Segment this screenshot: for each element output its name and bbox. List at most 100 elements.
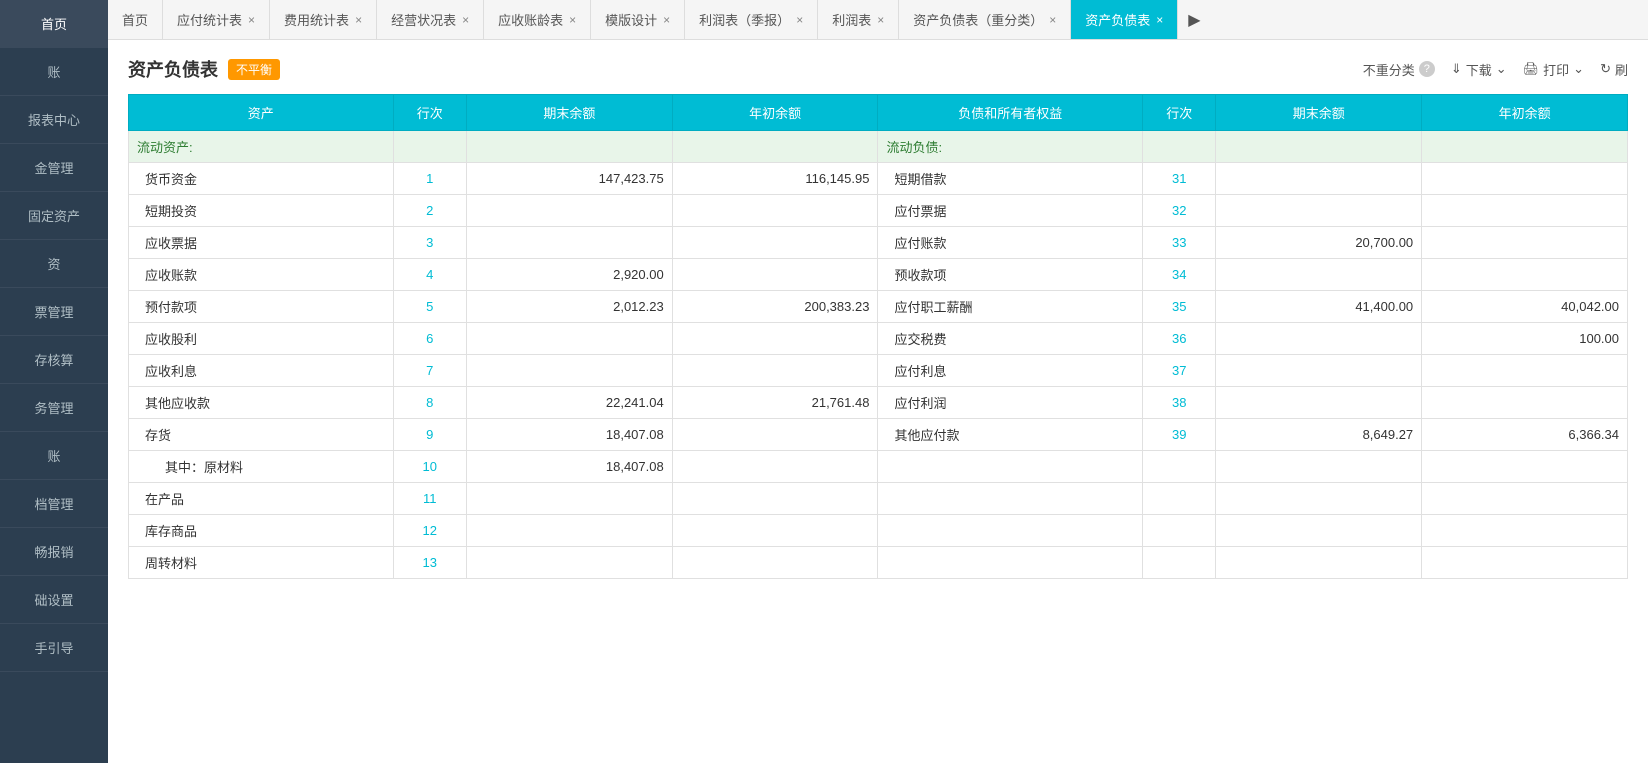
liability-year-start[interactable] [1422,227,1628,259]
end-balance[interactable] [466,483,672,515]
year-start-balance[interactable] [672,259,878,291]
sidebar-item-invoice-mgmt[interactable]: 票管理 [0,288,108,336]
year-start-balance[interactable]: 200,383.23 [672,291,878,323]
tab-profit[interactable]: 利润表× [818,0,899,40]
tab-more-button[interactable]: ▶ [1178,0,1210,40]
end-balance[interactable]: 18,407.08 [466,451,672,483]
classify-label: 不重分类 [1363,60,1415,79]
liability-end-balance[interactable] [1216,547,1422,579]
download-button[interactable]: ⇓ 下载 ⌄ [1451,60,1507,79]
tab-template-design[interactable]: 模版设计× [591,0,685,40]
table-row: 在产品 11 [129,483,1628,515]
sidebar-item-report-center[interactable]: 报表中心 [0,96,108,144]
liability-year-start[interactable]: 6,366.34 [1422,419,1628,451]
liability-year-start[interactable] [1422,451,1628,483]
liability-end-balance[interactable] [1216,387,1422,419]
end-balance[interactable] [466,355,672,387]
sidebar-item-inventory[interactable]: 存核算 [0,336,108,384]
liability-end-balance[interactable] [1216,515,1422,547]
year-start-balance[interactable] [672,515,878,547]
liability-end-balance[interactable]: 41,400.00 [1216,291,1422,323]
sidebar-item-basic-settings[interactable]: 础设置 [0,576,108,624]
liability-year-start[interactable] [1422,483,1628,515]
sidebar-item-guide[interactable]: 手引导 [0,624,108,672]
close-tab-operation[interactable]: × [462,13,469,27]
close-tab-profit[interactable]: × [877,13,884,27]
liability-end-balance[interactable] [1216,483,1422,515]
year-start-balance[interactable] [672,419,878,451]
liability-year-start[interactable]: 40,042.00 [1422,291,1628,323]
liability-year-start[interactable] [1422,259,1628,291]
close-tab-balance-r[interactable]: × [1049,13,1056,27]
balance-sheet-table: 资产 行次 期末余额 年初余额 负债和所有者权益 行次 期末余额 年初余额 流动… [128,94,1628,579]
liability-year-start[interactable] [1422,547,1628,579]
print-button[interactable]: 🖨 打印 ⌄ [1523,60,1584,79]
sidebar-item-archive-mgmt[interactable]: 档管理 [0,480,108,528]
tab-balance-sheet[interactable]: 资产负债表× [1071,0,1178,40]
year-start-balance[interactable] [672,323,878,355]
liability-label [878,515,1143,547]
liability-row-num: 34 [1142,259,1215,291]
year-start-balance[interactable] [672,451,878,483]
sidebar-item-capital[interactable]: 资 [0,240,108,288]
liability-year-start[interactable] [1422,515,1628,547]
year-start-balance[interactable] [672,355,878,387]
close-tab-aging[interactable]: × [569,13,576,27]
liability-end-balance[interactable] [1216,195,1422,227]
end-balance[interactable]: 18,407.08 [466,419,672,451]
tab-payable-stats[interactable]: 应付统计表× [163,0,270,40]
end-balance[interactable] [466,515,672,547]
liability-end-balance[interactable] [1216,259,1422,291]
liability-end-balance[interactable] [1216,163,1422,195]
liability-year-start[interactable] [1422,163,1628,195]
sidebar-item-fixed-assets[interactable]: 固定资产 [0,192,108,240]
table-row: 货币资金 1 147,423.75 116,145.95 短期借款 31 [129,163,1628,195]
year-start-balance[interactable]: 21,761.48 [672,387,878,419]
tab-profit-quarterly[interactable]: 利润表（季报）× [685,0,818,40]
end-balance[interactable] [466,547,672,579]
close-tab-balance[interactable]: × [1156,13,1163,27]
liability-end-balance[interactable] [1216,451,1422,483]
tab-expense-stats[interactable]: 费用统计表× [270,0,377,40]
end-balance[interactable]: 2,920.00 [466,259,672,291]
year-start-balance[interactable] [672,227,878,259]
liability-end-balance[interactable]: 20,700.00 [1216,227,1422,259]
liability-end-balance[interactable] [1216,323,1422,355]
close-tab-template[interactable]: × [663,13,670,27]
liability-end-balance[interactable]: 8,649.27 [1216,419,1422,451]
sidebar-item-expense[interactable]: 畅报销 [0,528,108,576]
year-start-balance[interactable] [672,483,878,515]
classify-toggle[interactable]: 不重分类 ? [1363,60,1435,79]
liability-end-balance[interactable] [1216,355,1422,387]
close-tab-profit-q[interactable]: × [796,13,803,27]
year-start-balance[interactable] [672,195,878,227]
end-balance[interactable] [466,227,672,259]
liability-year-start[interactable] [1422,387,1628,419]
year-start-balance[interactable]: 116,145.95 [672,163,878,195]
liability-year-start[interactable] [1422,355,1628,387]
table-row: 应收利息 7 应付利息 37 [129,355,1628,387]
tab-operation-status[interactable]: 经营状况表× [377,0,484,40]
tab-home[interactable]: 首页 [108,0,163,40]
end-balance[interactable] [466,323,672,355]
sidebar-item-home[interactable]: 首页 [0,0,108,48]
sidebar-item-account[interactable]: 账 [0,48,108,96]
print-icon: 🖨 [1523,61,1540,77]
sidebar-item-ledger[interactable]: 账 [0,432,108,480]
end-balance[interactable]: 2,012.23 [466,291,672,323]
close-tab-payable-stats[interactable]: × [248,13,255,27]
liability-year-start[interactable] [1422,195,1628,227]
year-start-balance[interactable] [672,547,878,579]
refresh-button[interactable]: ↻ 刷 [1600,60,1628,79]
liability-row-num: 39 [1142,419,1215,451]
page-title: 资产负债表 [128,56,218,82]
end-balance[interactable] [466,195,672,227]
liability-year-start[interactable]: 100.00 [1422,323,1628,355]
tab-balance-reclassified[interactable]: 资产负债表（重分类）× [899,0,1071,40]
close-tab-expense-stats[interactable]: × [355,13,362,27]
end-balance[interactable]: 147,423.75 [466,163,672,195]
end-balance[interactable]: 22,241.04 [466,387,672,419]
tab-receivable-aging[interactable]: 应收账龄表× [484,0,591,40]
sidebar-item-tax-mgmt[interactable]: 务管理 [0,384,108,432]
sidebar-item-fund-mgmt[interactable]: 金管理 [0,144,108,192]
